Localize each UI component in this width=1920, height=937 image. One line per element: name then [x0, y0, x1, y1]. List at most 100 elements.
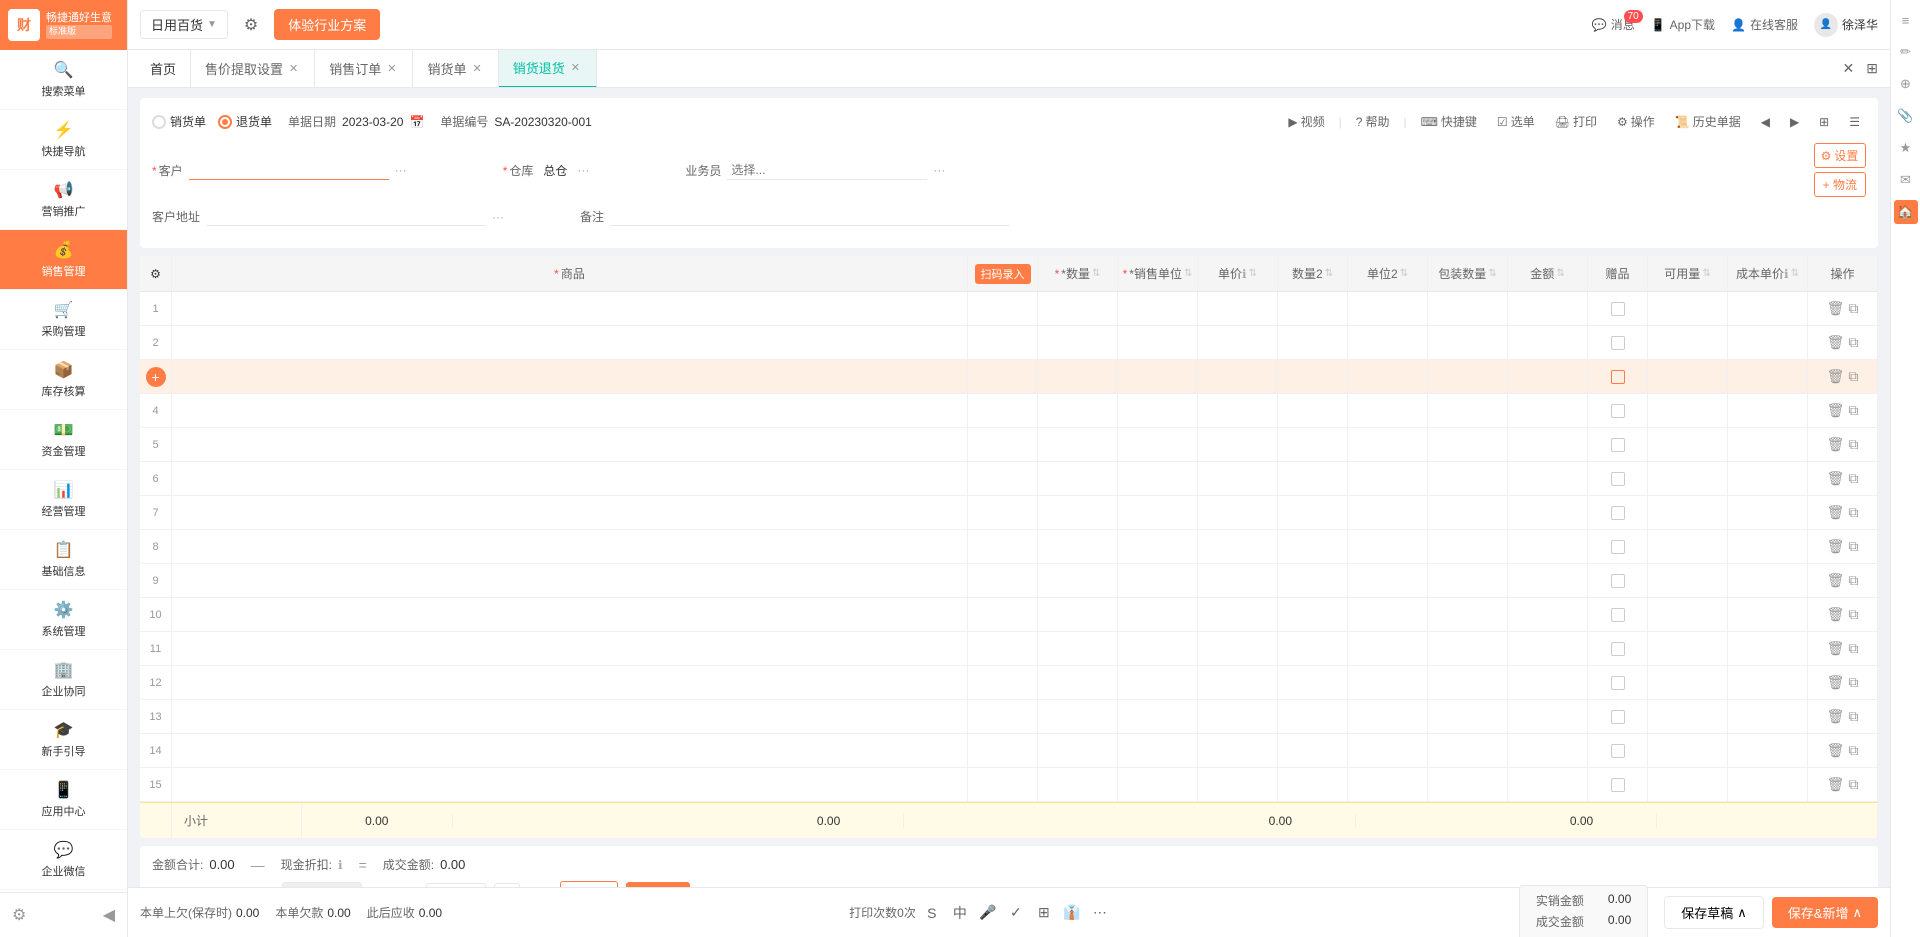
copy-row-1-button[interactable]: ⧉ [1846, 298, 1860, 319]
sidebar-item-operation[interactable]: 📊 经营管理 [0, 470, 127, 530]
row-amount-3[interactable] [1508, 360, 1588, 393]
cost-info-icon[interactable]: ℹ [1784, 267, 1789, 281]
sidebar-item-finance[interactable]: 💵 资金管理 [0, 410, 127, 470]
sidebar-item-marketing[interactable]: 📢 营销推广 [0, 170, 127, 230]
print-button[interactable]: 🖨 打印 [1549, 110, 1603, 133]
customer-input[interactable] [189, 161, 389, 180]
list-view-button[interactable]: ☰ [1843, 112, 1866, 132]
row-product-2[interactable] [172, 326, 968, 359]
tool-icon-2[interactable]: 中 [948, 901, 972, 925]
row-amount-2[interactable] [1508, 326, 1588, 359]
right-panel-btn-2[interactable]: ✏ [1894, 40, 1918, 64]
right-panel-btn-1[interactable]: ≡ [1894, 8, 1918, 32]
delete-btn[interactable]: 🗑 [1825, 570, 1847, 591]
row-product-1[interactable] [172, 292, 968, 325]
row-unit-3[interactable] [1118, 360, 1198, 393]
tool-icon-5[interactable]: ⊞ [1032, 901, 1056, 925]
qty2-sort-icon[interactable]: ⇅ [1325, 268, 1333, 279]
row-price-2[interactable] [1198, 326, 1278, 359]
row-gift-1[interactable] [1588, 292, 1648, 325]
tool-icon-1[interactable]: S [920, 901, 944, 925]
copy-btn[interactable]: ⧉ [1846, 638, 1860, 659]
row-gift-3[interactable] [1588, 360, 1648, 393]
delete-btn[interactable]: 🗑 [1825, 672, 1847, 693]
sidebar-collapse-button[interactable]: ◀ [99, 901, 119, 929]
copy-btn[interactable]: ⧉ [1846, 536, 1860, 557]
sidebar-item-system[interactable]: ⚙️ 系统管理 [0, 590, 127, 650]
gift-checkbox-3[interactable] [1611, 370, 1625, 384]
save-new-button[interactable]: 保存&新增 ∧ [1772, 897, 1878, 928]
copy-btn[interactable]: ⧉ [1846, 706, 1860, 727]
price-sort-icon[interactable]: ⇅ [1249, 268, 1257, 279]
gift-checkbox-2[interactable] [1611, 336, 1625, 350]
settings-gear-button[interactable]: ⚙ [240, 11, 262, 39]
message-action[interactable]: 💬 70 消息 [1592, 16, 1635, 33]
row-unit2-2[interactable] [1348, 326, 1428, 359]
discount-info-icon[interactable]: ℹ [338, 858, 343, 872]
delete-btn[interactable]: 🗑 [1825, 434, 1847, 455]
scan-btn[interactable]: 扫码录入 [975, 264, 1031, 284]
sidebar-item-newbie[interactable]: 🎓 新手引导 [0, 710, 127, 770]
copy-btn[interactable]: ⧉ [1846, 740, 1860, 761]
warehouse-dots-button[interactable]: ··· [577, 163, 589, 177]
row-qty-3[interactable] [1038, 360, 1118, 393]
tool-icon-3[interactable]: 🎤 [976, 901, 1000, 925]
tab-price-settings-close[interactable]: ✕ [287, 62, 300, 75]
address-dots-button[interactable]: ··· [492, 210, 504, 224]
avail-sort-icon[interactable]: ⇅ [1702, 268, 1710, 279]
sidebar-item-shortcut[interactable]: ⚡ 快捷导航 [0, 110, 127, 170]
sidebar-item-purchase[interactable]: 🛒 采购管理 [0, 290, 127, 350]
settings-button[interactable]: ⚙ 设置 [1814, 143, 1866, 168]
video-button[interactable]: ▶ 视频 [1282, 110, 1330, 133]
sidebar-item-inventory[interactable]: 📦 库存核算 [0, 350, 127, 410]
close-all-tabs-button[interactable]: ✕ [1839, 58, 1859, 79]
radio-return[interactable]: 退货单 [218, 113, 272, 130]
operate-button[interactable]: ⚙ 操作 [1611, 110, 1661, 133]
user-info[interactable]: 👤 徐泽华 [1814, 13, 1878, 37]
copy-btn[interactable]: ⧉ [1846, 502, 1860, 523]
online-service-action[interactable]: 👤 在线客服 [1731, 16, 1798, 33]
row-qty2-3[interactable] [1278, 360, 1348, 393]
col-header-settings[interactable]: ⚙ [140, 256, 172, 291]
help-button[interactable]: ? 帮助 [1350, 110, 1396, 133]
sidebar-item-enterprise[interactable]: 🏢 企业协同 [0, 650, 127, 710]
tab-sales-order-close[interactable]: ✕ [385, 62, 398, 75]
copy-btn[interactable]: ⧉ [1846, 570, 1860, 591]
address-input[interactable] [206, 207, 486, 226]
app-download-action[interactable]: 📱 App下载 [1651, 16, 1715, 33]
delete-btn[interactable]: 🗑 [1825, 468, 1847, 489]
row-qty2-1[interactable] [1278, 292, 1348, 325]
staff-dots-button[interactable]: ··· [933, 163, 945, 177]
row-unit-1[interactable] [1118, 292, 1198, 325]
row-unit2-3[interactable] [1348, 360, 1428, 393]
pack-sort-icon[interactable]: ⇅ [1488, 268, 1496, 279]
row-product-3[interactable] [172, 360, 968, 393]
tool-icon-6[interactable]: 👔 [1060, 901, 1084, 925]
right-panel-btn-4[interactable]: 📎 [1894, 104, 1918, 128]
add-row-button[interactable]: + [146, 367, 166, 387]
copy-btn[interactable]: ⧉ [1846, 604, 1860, 625]
save-draft-button[interactable]: 保存草稿 ∧ [1664, 896, 1764, 929]
gift-checkbox-1[interactable] [1611, 302, 1625, 316]
sidebar-item-search[interactable]: 🔍 搜索菜单 [0, 50, 127, 110]
nav-next-button[interactable]: ▶ [1784, 112, 1805, 132]
row-pack-3[interactable] [1428, 360, 1508, 393]
cost-sort-icon[interactable]: ⇅ [1791, 268, 1799, 279]
delete-btn[interactable]: 🗑 [1825, 774, 1847, 795]
copy-btn[interactable]: ⧉ [1846, 774, 1860, 795]
table-settings-icon[interactable]: ⚙ [150, 267, 161, 281]
sidebar-item-wechat[interactable]: 💬 企业微信 [0, 830, 127, 890]
tab-sales-return-close[interactable]: ✕ [569, 61, 582, 74]
tab-home[interactable]: 首页 [136, 50, 191, 88]
tabs-menu-button[interactable]: ⊞ [1862, 58, 1882, 79]
tab-price-settings[interactable]: 售价提取设置 ✕ [191, 50, 315, 88]
qty-sort-icon[interactable]: ⇅ [1092, 268, 1100, 279]
remark-input[interactable] [610, 207, 1010, 226]
price-info-icon[interactable]: ℹ [1242, 267, 1247, 281]
row-pack-1[interactable] [1428, 292, 1508, 325]
row-amount-1[interactable] [1508, 292, 1588, 325]
row-price-1[interactable] [1198, 292, 1278, 325]
tool-icon-7[interactable]: ⋯ [1088, 901, 1112, 925]
row-add-btn-3[interactable]: + [140, 360, 172, 393]
radio-sale[interactable]: 销货单 [152, 113, 206, 130]
